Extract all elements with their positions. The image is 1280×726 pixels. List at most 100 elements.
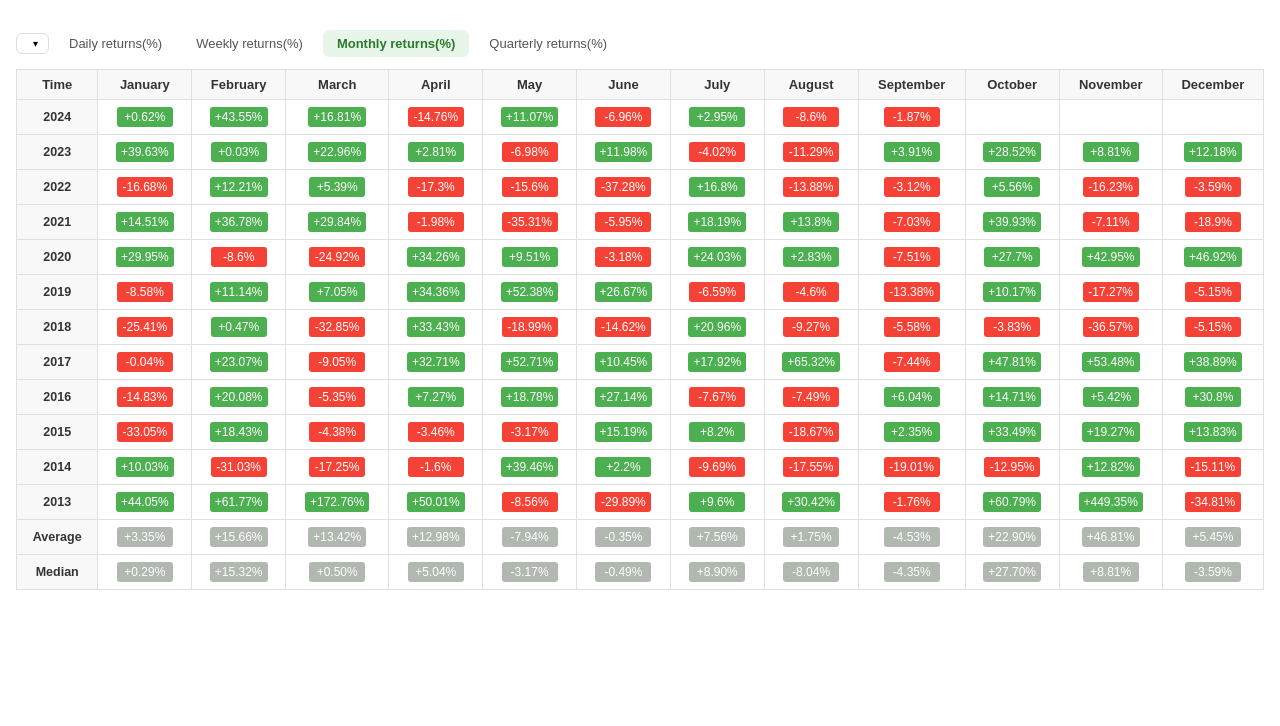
data-cell: +11.98% [577, 135, 671, 170]
table-row: 2016-14.83%+20.08%-5.35%+7.27%+18.78%+27… [17, 380, 1264, 415]
col-header-november: November [1059, 70, 1162, 100]
data-cell: -3.17% [483, 415, 577, 450]
data-cell: -15.6% [483, 170, 577, 205]
data-cell: -1.98% [389, 205, 483, 240]
data-cell: +3.91% [858, 135, 965, 170]
data-cell: -19.01% [858, 450, 965, 485]
data-cell: +5.42% [1059, 380, 1162, 415]
data-cell: -16.68% [98, 170, 192, 205]
data-cell: -9.69% [670, 450, 764, 485]
data-cell: -12.95% [965, 450, 1059, 485]
summary-row: Median+0.29%+15.32%+0.50%+5.04%-3.17%-0.… [17, 555, 1264, 590]
data-cell: +13.8% [764, 205, 858, 240]
summary-cell: +3.35% [98, 520, 192, 555]
data-cell: -5.15% [1162, 310, 1263, 345]
data-cell: +7.05% [286, 275, 389, 310]
data-cell: -17.3% [389, 170, 483, 205]
summary-cell: -3.59% [1162, 555, 1263, 590]
data-cell: +22.96% [286, 135, 389, 170]
data-cell: +27.14% [577, 380, 671, 415]
col-header-september: September [858, 70, 965, 100]
table-row: 2015-33.05%+18.43%-4.38%-3.46%-3.17%+15.… [17, 415, 1264, 450]
data-cell: -5.35% [286, 380, 389, 415]
data-cell: +16.81% [286, 100, 389, 135]
year-cell: 2017 [17, 345, 98, 380]
data-cell: +2.35% [858, 415, 965, 450]
year-cell: 2023 [17, 135, 98, 170]
table-row: 2018-25.41%+0.47%-32.85%+33.43%-18.99%-1… [17, 310, 1264, 345]
data-cell: -13.38% [858, 275, 965, 310]
data-cell: +16.8% [670, 170, 764, 205]
year-cell: 2015 [17, 415, 98, 450]
data-cell: +8.2% [670, 415, 764, 450]
col-header-august: August [764, 70, 858, 100]
table-row: 2022-16.68%+12.21%+5.39%-17.3%-15.6%-37.… [17, 170, 1264, 205]
summary-label: Median [17, 555, 98, 590]
data-cell: +5.56% [965, 170, 1059, 205]
year-cell: 2024 [17, 100, 98, 135]
table-row: 2021+14.51%+36.78%+29.84%-1.98%-35.31%-5… [17, 205, 1264, 240]
data-cell: +14.71% [965, 380, 1059, 415]
data-cell: +2.2% [577, 450, 671, 485]
chevron-down-icon: ▾ [33, 38, 38, 49]
data-cell: -3.59% [1162, 170, 1263, 205]
data-cell: +26.67% [577, 275, 671, 310]
tabs-row: ▾ Daily returns(%) Weekly returns(%) Mon… [16, 30, 1264, 57]
data-cell [1162, 100, 1263, 135]
data-cell: +172.76% [286, 485, 389, 520]
data-cell: -7.03% [858, 205, 965, 240]
tab-monthly[interactable]: Monthly returns(%) [323, 30, 469, 57]
data-cell: -37.28% [577, 170, 671, 205]
col-header-july: July [670, 70, 764, 100]
data-cell: -5.15% [1162, 275, 1263, 310]
summary-cell: +27.70% [965, 555, 1059, 590]
table-row: 2023+39.63%+0.03%+22.96%+2.81%-6.98%+11.… [17, 135, 1264, 170]
data-cell: -6.59% [670, 275, 764, 310]
data-cell [1059, 100, 1162, 135]
data-cell: +24.03% [670, 240, 764, 275]
data-cell: -7.67% [670, 380, 764, 415]
summary-cell: -8.04% [764, 555, 858, 590]
data-cell: +39.63% [98, 135, 192, 170]
year-cell: 2013 [17, 485, 98, 520]
summary-cell: +5.45% [1162, 520, 1263, 555]
data-cell: -32.85% [286, 310, 389, 345]
table-row: 2013+44.05%+61.77%+172.76%+50.01%-8.56%-… [17, 485, 1264, 520]
data-cell: +65.32% [764, 345, 858, 380]
data-cell: +34.36% [389, 275, 483, 310]
summary-cell: +8.90% [670, 555, 764, 590]
col-header-march: March [286, 70, 389, 100]
col-header-april: April [389, 70, 483, 100]
data-cell: +30.8% [1162, 380, 1263, 415]
data-cell: -7.11% [1059, 205, 1162, 240]
data-cell: +12.82% [1059, 450, 1162, 485]
data-cell [965, 100, 1059, 135]
year-cell: 2022 [17, 170, 98, 205]
data-cell: -15.11% [1162, 450, 1263, 485]
year-cell: 2019 [17, 275, 98, 310]
table-header-row: TimeJanuaryFebruaryMarchAprilMayJuneJuly… [17, 70, 1264, 100]
tab-weekly[interactable]: Weekly returns(%) [182, 30, 317, 57]
data-cell: +9.6% [670, 485, 764, 520]
data-cell: +27.7% [965, 240, 1059, 275]
summary-cell: +13.42% [286, 520, 389, 555]
data-cell: +0.47% [192, 310, 286, 345]
data-cell: -4.6% [764, 275, 858, 310]
tab-daily[interactable]: Daily returns(%) [55, 30, 176, 57]
asset-selector[interactable]: ▾ [16, 33, 49, 54]
data-cell: -34.81% [1162, 485, 1263, 520]
data-cell: +18.19% [670, 205, 764, 240]
summary-cell: +0.50% [286, 555, 389, 590]
data-cell: -29.89% [577, 485, 671, 520]
data-cell: +15.19% [577, 415, 671, 450]
data-cell: +12.18% [1162, 135, 1263, 170]
data-cell: -8.58% [98, 275, 192, 310]
data-cell: -6.98% [483, 135, 577, 170]
table-row: 2020+29.95%-8.6%-24.92%+34.26%+9.51%-3.1… [17, 240, 1264, 275]
tab-quarterly[interactable]: Quarterly returns(%) [475, 30, 621, 57]
data-cell: +12.21% [192, 170, 286, 205]
data-cell: +7.27% [389, 380, 483, 415]
data-cell: +39.93% [965, 205, 1059, 240]
summary-cell: +12.98% [389, 520, 483, 555]
year-cell: 2016 [17, 380, 98, 415]
